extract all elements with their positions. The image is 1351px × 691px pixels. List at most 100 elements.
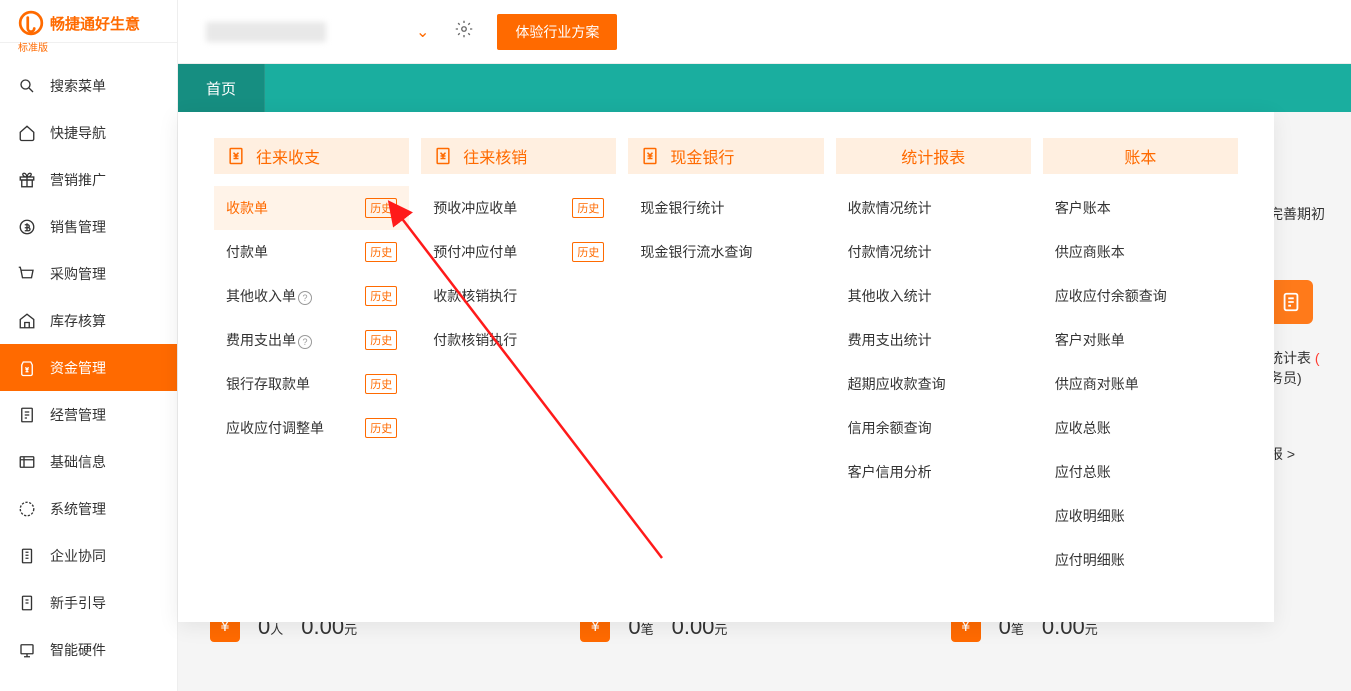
mega-link-label: 预付冲应付单: [433, 242, 517, 262]
mega-link[interactable]: 应付总账: [1043, 450, 1238, 494]
nav-stock[interactable]: 库存核算: [0, 297, 177, 344]
money-icon: [18, 359, 36, 377]
nav-search[interactable]: 搜索菜单: [0, 62, 177, 109]
history-badge[interactable]: 历史: [572, 242, 604, 262]
mega-link-label: 客户账本: [1055, 198, 1111, 218]
nav-label: 营销推广: [50, 170, 106, 190]
mega-link[interactable]: 应收总账: [1043, 406, 1238, 450]
help-icon[interactable]: ?: [298, 335, 312, 349]
right-hint-3[interactable]: 报 >: [1261, 404, 1351, 480]
mega-link[interactable]: 费用支出统计: [836, 318, 1031, 362]
stat-amount-unit: 元: [344, 622, 357, 637]
search-icon: [18, 77, 36, 95]
nav-biz[interactable]: 经营管理: [0, 391, 177, 438]
mega-link-label: 收款核销执行: [433, 286, 517, 306]
nav-home[interactable]: 快捷导航: [0, 109, 177, 156]
nav-guide[interactable]: 新手引导: [0, 579, 177, 626]
top-bar: ⌄ 体验行业方案: [178, 0, 1351, 64]
mega-link[interactable]: 应收应付调整单 历史: [214, 406, 409, 450]
mega-link-label: 付款核销执行: [433, 330, 517, 350]
chevron-down-icon: ⌄: [416, 22, 429, 42]
mega-link[interactable]: 收款单 历史: [214, 186, 409, 230]
mega-link[interactable]: 现金银行流水查询: [628, 230, 823, 274]
mega-link-label: 费用支出统计: [848, 330, 932, 350]
history-badge[interactable]: 历史: [365, 198, 397, 218]
nav-system[interactable]: 系统管理: [0, 485, 177, 532]
nav-label: 企业协同: [50, 546, 106, 566]
nav-cart[interactable]: 采购管理: [0, 250, 177, 297]
mega-link[interactable]: 付款核销执行: [421, 318, 616, 362]
mega-link[interactable]: 应付明细账: [1043, 538, 1238, 582]
collab-icon: [18, 547, 36, 565]
mega-link[interactable]: 银行存取款单 历史: [214, 362, 409, 406]
sale-icon: [18, 218, 36, 236]
mega-col-3: 统计报表收款情况统计付款情况统计其他收入统计费用支出统计超期应收款查询信用余额查…: [830, 138, 1037, 582]
mega-link[interactable]: 付款单历史: [214, 230, 409, 274]
nav-money[interactable]: 资金管理: [0, 344, 177, 391]
mega-header: 现金银行: [628, 138, 823, 174]
mega-link[interactable]: 其他收入单? 历史: [214, 274, 409, 318]
mega-link-label: 银行存取款单: [226, 374, 310, 394]
history-badge[interactable]: 历史: [365, 330, 397, 350]
history-badge[interactable]: 历史: [572, 198, 604, 218]
mega-link[interactable]: 供应商账本: [1043, 230, 1238, 274]
mega-menu: 往来收支收款单历史付款单历史其他收入单?历史费用支出单?历史银行存取款单历史应收…: [178, 112, 1274, 622]
mega-link-label: 现金银行流水查询: [640, 242, 752, 262]
nav-list: 搜索菜单快捷导航营销推广销售管理采购管理库存核算资金管理经营管理基础信息系统管理…: [0, 60, 177, 673]
right-widget-icon[interactable]: [1261, 240, 1351, 348]
mega-link[interactable]: 付款情况统计: [836, 230, 1031, 274]
gear-icon[interactable]: [455, 20, 473, 43]
tab-home[interactable]: 首页: [178, 64, 265, 112]
mega-link-label: 信用余额查询: [848, 418, 932, 438]
mega-header: 往来收支: [214, 138, 409, 174]
mega-header: 往来核销: [421, 138, 616, 174]
history-badge[interactable]: 历史: [365, 286, 397, 306]
mega-link-label: 供应商账本: [1055, 242, 1125, 262]
mega-link[interactable]: 客户账本: [1043, 186, 1238, 230]
history-badge[interactable]: 历史: [365, 374, 397, 394]
right-strip: 完善期初 统计表 ( 务员) 报 >: [1261, 128, 1351, 480]
stat-amount-unit: 元: [714, 622, 727, 637]
report-icon: [1269, 280, 1313, 324]
guide-icon: [18, 594, 36, 612]
mega-link[interactable]: 应收应付余额查询: [1043, 274, 1238, 318]
mega-link[interactable]: 客户信用分析: [836, 450, 1031, 494]
mega-link[interactable]: 超期应收款查询: [836, 362, 1031, 406]
nav-sale[interactable]: 销售管理: [0, 203, 177, 250]
nav-label: 搜索菜单: [50, 76, 106, 96]
nav-label: 库存核算: [50, 311, 106, 331]
mega-link[interactable]: 现金银行统计: [628, 186, 823, 230]
nav-gift[interactable]: 营销推广: [0, 156, 177, 203]
mega-link-label: 费用支出单?: [226, 330, 312, 350]
nav-info[interactable]: 基础信息: [0, 438, 177, 485]
mega-link[interactable]: 客户对账单: [1043, 318, 1238, 362]
mega-link-label: 应收总账: [1055, 418, 1111, 438]
history-badge[interactable]: 历史: [365, 242, 397, 262]
sidebar: 畅捷通好生意 标准版 搜索菜单快捷导航营销推广销售管理采购管理库存核算资金管理经…: [0, 0, 178, 691]
nav-collab[interactable]: 企业协同: [0, 532, 177, 579]
mega-link[interactable]: 收款情况统计: [836, 186, 1031, 230]
mega-link[interactable]: 预收冲应收单 历史: [421, 186, 616, 230]
mega-link-label: 收款单: [226, 198, 268, 218]
mega-col-1: 往来核销预收冲应收单历史预付冲应付单历史收款核销执行付款核销执行: [415, 138, 622, 582]
mega-link[interactable]: 供应商对账单: [1043, 362, 1238, 406]
nav-label: 资金管理: [50, 358, 106, 378]
mega-link[interactable]: 其他收入统计: [836, 274, 1031, 318]
mega-link[interactable]: 收款核销执行: [421, 274, 616, 318]
mega-link-label: 其他收入单?: [226, 286, 312, 306]
mega-header-text: 账本: [1124, 144, 1156, 168]
mega-link[interactable]: 信用余额查询: [836, 406, 1031, 450]
mega-link[interactable]: 预付冲应付单 历史: [421, 230, 616, 274]
mega-link[interactable]: 费用支出单? 历史: [214, 318, 409, 362]
mega-link-label: 预收冲应收单: [433, 198, 517, 218]
company-selector[interactable]: ⌄: [198, 18, 437, 46]
mega-link[interactable]: 应收明细账: [1043, 494, 1238, 538]
history-badge[interactable]: 历史: [365, 418, 397, 438]
mega-link-label: 应收应付调整单: [226, 418, 324, 438]
nav-label: 销售管理: [50, 217, 106, 237]
right-hint-1: 完善期初: [1261, 188, 1351, 240]
cta-button[interactable]: 体验行业方案: [497, 14, 617, 50]
help-icon[interactable]: ?: [298, 291, 312, 305]
cart-icon: [18, 265, 36, 283]
nav-hardware[interactable]: 智能硬件: [0, 626, 177, 673]
